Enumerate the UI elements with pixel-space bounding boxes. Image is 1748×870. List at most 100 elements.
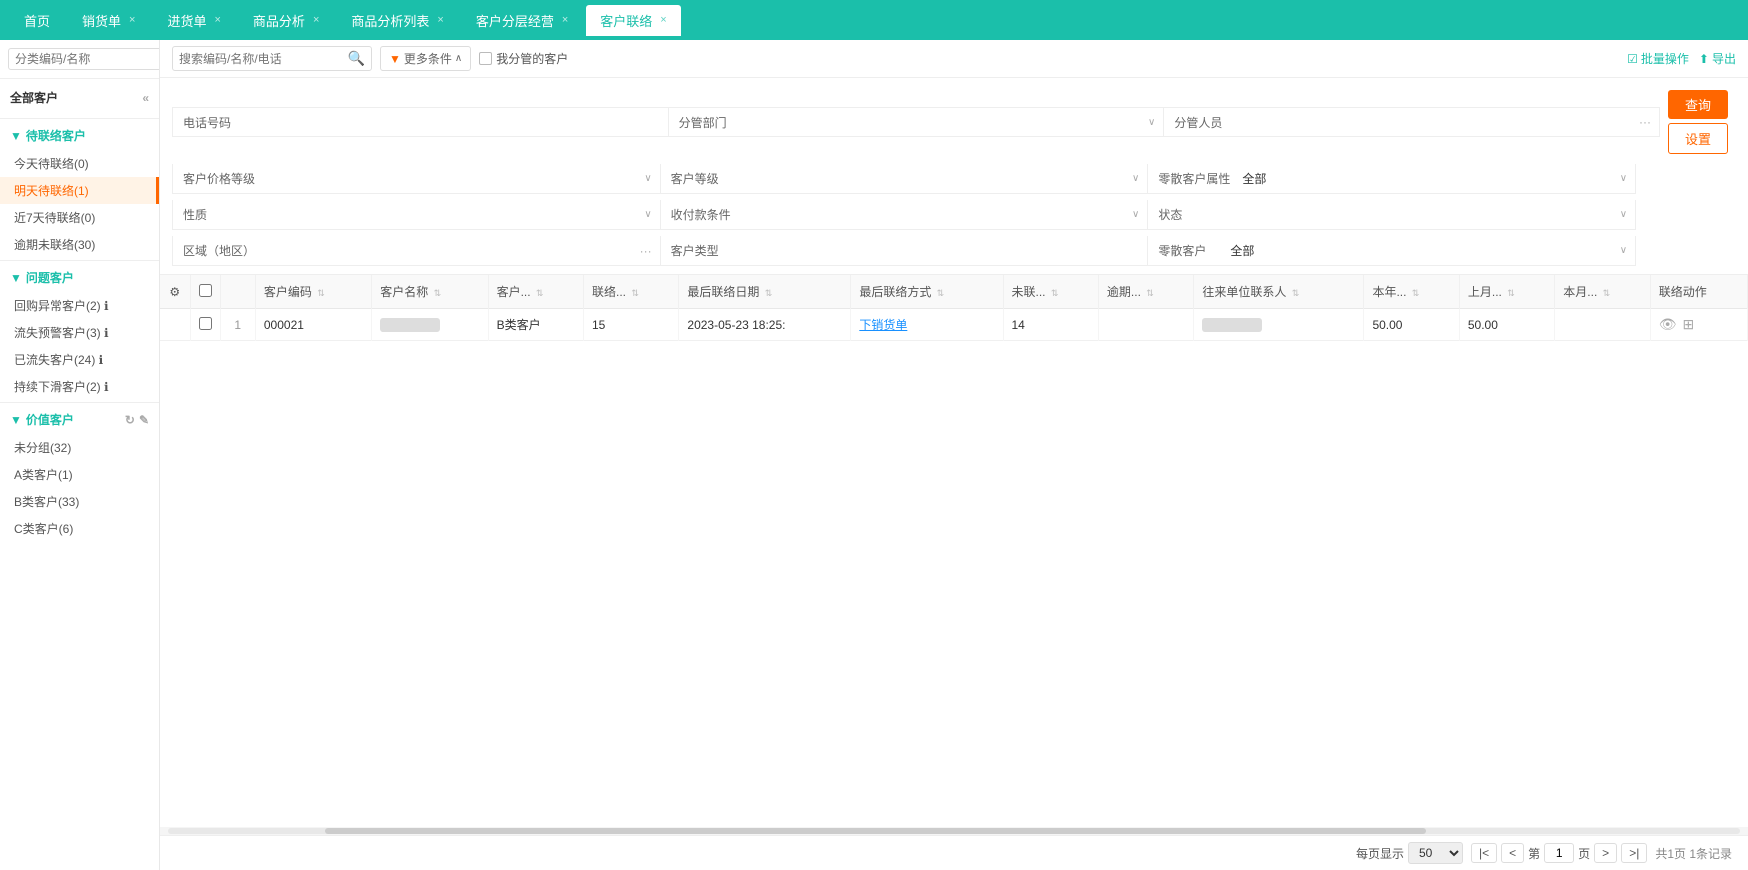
grid-icon[interactable]: ⊞ <box>1683 316 1695 333</box>
all-customers-title[interactable]: 全部客户 « <box>0 83 159 112</box>
col-check[interactable] <box>190 275 220 309</box>
close-icon[interactable]: × <box>214 14 220 26</box>
filter-row-2: 客户价格等级 ∨ 客户等级 ∨ 零散客户属性 全部 ∨ <box>172 164 1736 194</box>
sidebar-item-overdue[interactable]: 逾期未联络(30) <box>0 231 159 258</box>
per-page-wrap: 每页显示 50 100 <box>1356 842 1463 864</box>
sidebar-item-declining[interactable]: 持续下滑客户(2) ℹ <box>0 373 159 400</box>
refresh-icon[interactable]: ↻ <box>125 413 135 427</box>
row-last-date: 2023-05-23 18:25: <box>679 309 851 341</box>
customer-table: ⚙ 客户编码 ⇅ 客户名称 ⇅ 客户... ⇅ 联络... ⇅ 最后联络日期 ⇅… <box>160 275 1748 341</box>
sidebar-group-value[interactable]: ▼ 价值客户 ↻ ✎ <box>0 405 159 434</box>
select-all-checkbox[interactable] <box>199 284 212 297</box>
batch-op-button[interactable]: ☑ 批量操作 <box>1627 50 1689 67</box>
sidebar-item-tomorrow[interactable]: 明天待联络(1) <box>0 177 159 204</box>
col-action: 联络动作 <box>1650 275 1747 309</box>
export-icon: ⬆ <box>1699 52 1709 66</box>
dots-icon[interactable]: ··· <box>640 244 652 258</box>
first-page-button[interactable]: |< <box>1471 843 1497 863</box>
search-input[interactable] <box>179 52 348 66</box>
sidebar-item-abnormal[interactable]: 回购异常客户(2) ℹ <box>0 292 159 319</box>
sort-icon: ⇅ <box>765 288 773 298</box>
sort-icon: ⇅ <box>937 288 945 298</box>
sidebar-item-today[interactable]: 今天待联络(0) <box>0 150 159 177</box>
horizontal-scrollbar[interactable] <box>160 827 1748 835</box>
scrollbar-track <box>168 828 1740 834</box>
query-button[interactable]: 查询 <box>1668 90 1728 119</box>
triangle-icon: ▼ <box>10 413 22 427</box>
prev-page-button[interactable]: < <box>1501 843 1524 863</box>
close-icon[interactable]: × <box>129 14 135 26</box>
sidebar: 🔍 全部客户 « ▼ 待联络客户 今天待联络(0) 明天待联络(1) 近7天待联… <box>0 40 160 870</box>
dropdown-icon[interactable]: ∨ <box>644 173 651 184</box>
row-check[interactable] <box>190 309 220 341</box>
sidebar-item-7days[interactable]: 近7天待联络(0) <box>0 204 159 231</box>
row-last-method[interactable]: 下销货单 <box>851 309 1003 341</box>
row-checkbox[interactable] <box>199 317 212 330</box>
nav-item-5[interactable]: 客户联络 × <box>586 5 680 36</box>
next-page-button[interactable]: > <box>1594 843 1617 863</box>
eye-icon[interactable]: 👁 <box>1659 316 1677 333</box>
sidebar-item-churn-warn[interactable]: 流失预警客户(3) ℹ <box>0 319 159 346</box>
col-gear[interactable]: ⚙ <box>160 275 190 309</box>
dropdown-icon[interactable]: ∨ <box>1132 173 1139 184</box>
dropdown-icon[interactable]: ∨ <box>1148 117 1155 128</box>
toolbar: 🔍 ▼ 更多条件 ∧ 我分管的客户 ☑ 批量操作 ⬆ 导出 <box>160 40 1748 78</box>
sidebar-group-problem[interactable]: ▼ 问题客户 <box>0 263 159 292</box>
sidebar-group-pending[interactable]: ▼ 待联络客户 <box>0 121 159 150</box>
nav-item-4[interactable]: 客户分层经营 × <box>462 5 582 36</box>
page-input[interactable] <box>1544 843 1574 863</box>
dropdown-icon[interactable]: ∨ <box>1620 209 1627 220</box>
row-index: 1 <box>220 309 255 341</box>
col-partner[interactable]: 往来单位联系人 ⇅ <box>1194 275 1364 309</box>
dropdown-icon[interactable]: ∨ <box>644 209 651 220</box>
col-code[interactable]: 客户编码 ⇅ <box>255 275 371 309</box>
triangle-down-icon: ▼ <box>10 129 22 143</box>
filter-more-button[interactable]: ▼ 更多条件 ∧ <box>380 46 471 71</box>
filter-cell-payment: 收付款条件 ∨ <box>661 200 1149 230</box>
collapse-icon[interactable]: « <box>142 91 149 105</box>
dots-icon[interactable]: ··· <box>1639 115 1651 129</box>
close-icon[interactable]: × <box>313 14 319 26</box>
sidebar-item-a-class[interactable]: A类客户(1) <box>0 461 159 488</box>
col-overdue[interactable]: 逾期... ⇅ <box>1098 275 1193 309</box>
triangle-right-icon: ▼ <box>10 271 22 285</box>
dropdown-icon[interactable]: ∨ <box>1620 173 1627 184</box>
sidebar-item-c-class[interactable]: C类客户(6) <box>0 515 159 542</box>
close-icon[interactable]: × <box>562 14 568 26</box>
col-this-year[interactable]: 本年... ⇅ <box>1364 275 1459 309</box>
nav-item-3[interactable]: 商品分析列表 × <box>337 5 457 36</box>
last-page-button[interactable]: >| <box>1621 843 1647 863</box>
nav-item-1[interactable]: 进货单 × <box>153 5 234 36</box>
scrollbar-thumb[interactable] <box>325 828 1425 834</box>
sidebar-search-input[interactable] <box>8 48 160 70</box>
search-button-icon[interactable]: 🔍 <box>348 50 365 67</box>
col-last-date[interactable]: 最后联络日期 ⇅ <box>679 275 851 309</box>
close-icon[interactable]: × <box>660 14 666 26</box>
set-button[interactable]: 设置 <box>1668 123 1728 154</box>
nav-home[interactable]: 首页 <box>10 5 64 36</box>
col-type[interactable]: 客户... ⇅ <box>488 275 583 309</box>
close-icon[interactable]: × <box>437 14 443 26</box>
filter-cell-person: 分管人员 ··· <box>1164 107 1660 137</box>
sidebar-item-b-class[interactable]: B类客户(33) <box>0 488 159 515</box>
col-this-month[interactable]: 本月... ⇅ <box>1555 275 1650 309</box>
export-button[interactable]: ⬆ 导出 <box>1699 50 1736 67</box>
per-page-select[interactable]: 50 100 <box>1408 842 1463 864</box>
sidebar-item-churned[interactable]: 已流失客户(24) ℹ <box>0 346 159 373</box>
nav-item-0[interactable]: 销货单 × <box>68 5 149 36</box>
sidebar-item-ungroup[interactable]: 未分组(32) <box>0 434 159 461</box>
filter-cell-region: 区域（地区） ··· <box>172 236 661 266</box>
dropdown-icon[interactable]: ∨ <box>1132 209 1139 220</box>
col-last-month[interactable]: 上月... ⇅ <box>1459 275 1554 309</box>
edit-icon[interactable]: ✎ <box>139 413 149 427</box>
filter-cell-status: 状态 ∨ <box>1148 200 1636 230</box>
dropdown-icon[interactable]: ∨ <box>1620 245 1627 256</box>
my-customers-checkbox[interactable]: 我分管的客户 <box>479 50 568 67</box>
col-name[interactable]: 客户名称 ⇅ <box>372 275 488 309</box>
col-uncontact[interactable]: 未联... ⇅ <box>1003 275 1098 309</box>
nav-item-2[interactable]: 商品分析 × <box>239 5 333 36</box>
col-contact[interactable]: 联络... ⇅ <box>583 275 678 309</box>
col-last-method[interactable]: 最后联络方式 ⇅ <box>851 275 1003 309</box>
row-this-month <box>1555 309 1650 341</box>
filter-row-3: 性质 ∨ 收付款条件 ∨ 状态 ∨ <box>172 200 1736 230</box>
